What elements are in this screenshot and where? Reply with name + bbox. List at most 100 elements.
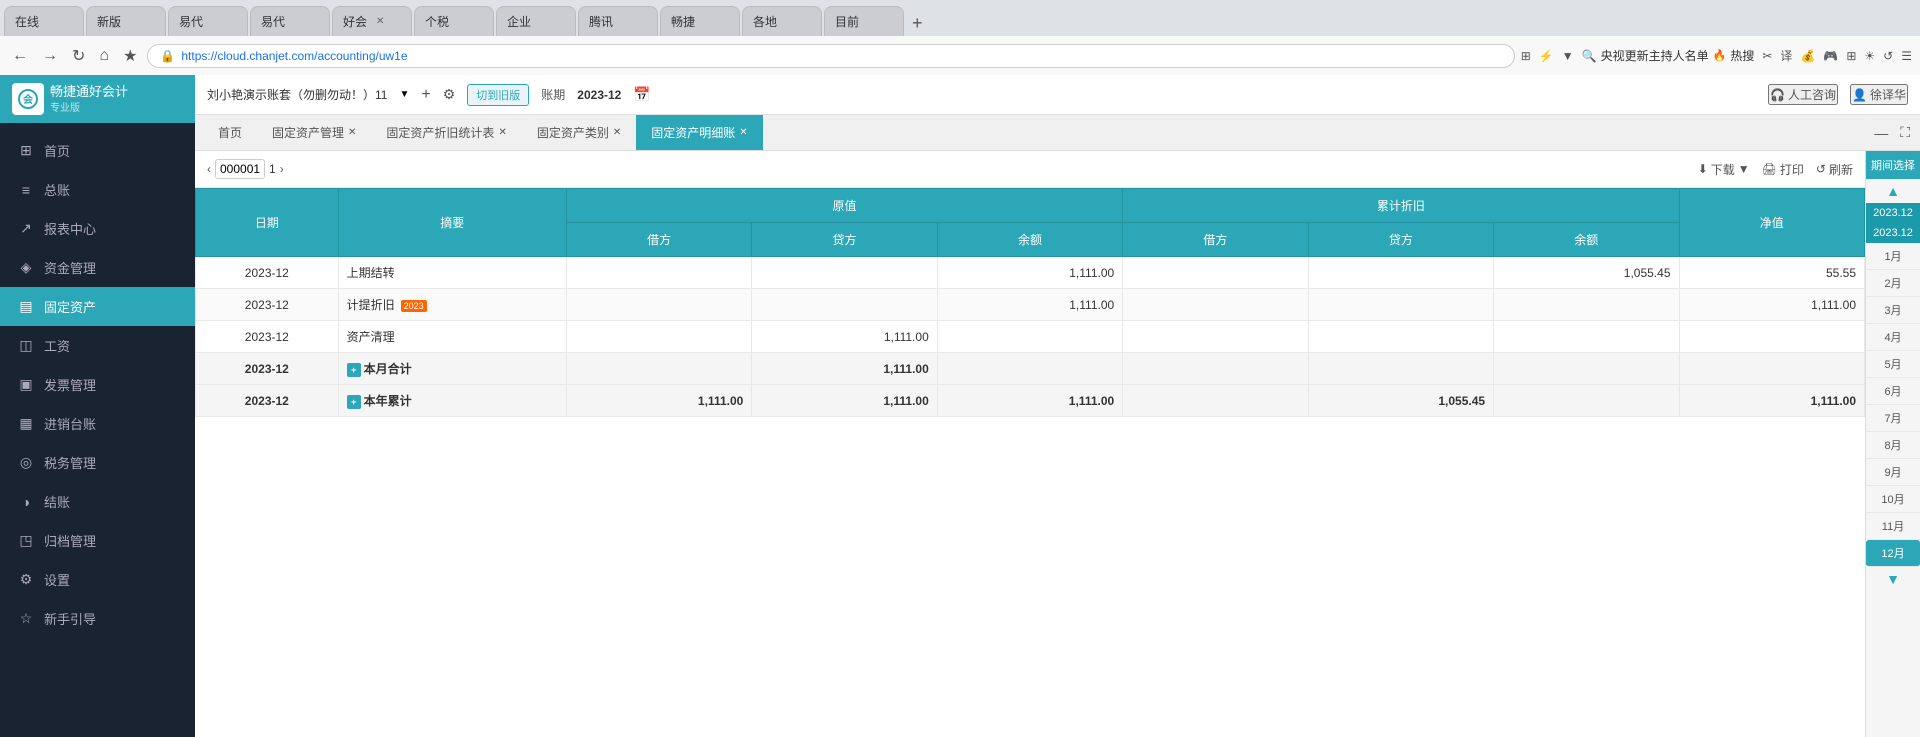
browser-tab-9[interactable]: 各地	[742, 6, 822, 36]
cell-orig-balance	[937, 321, 1122, 353]
period-panel: 期间选择 ▲ 2023.122023.12 1月2月3月4月5月6月7月8月9月…	[1865, 151, 1920, 737]
browser-tab-7[interactable]: 腾讯	[578, 6, 658, 36]
period-month-3月[interactable]: 3月	[1866, 297, 1920, 324]
home-browser-button[interactable]: ⌂	[95, 45, 113, 67]
scroll-down-button[interactable]: ▼	[1866, 567, 1920, 591]
menu-icon-home: ⊞	[18, 142, 34, 159]
period-month-9月[interactable]: 9月	[1866, 459, 1920, 486]
cell-orig-debit	[566, 353, 751, 385]
human-service-button[interactable]: 🎧 人工咨询	[1768, 84, 1838, 105]
period-month-6月[interactable]: 6月	[1866, 378, 1920, 405]
sidebar-item-guide[interactable]: ☆新手引导	[0, 599, 195, 638]
cell-date: 2023-12	[196, 353, 339, 385]
period-year-1[interactable]: 2023.12	[1866, 223, 1920, 243]
page-number-input[interactable]	[215, 159, 265, 179]
sidebar-item-general-ledger[interactable]: ≡总账	[0, 170, 195, 209]
period-month-10月[interactable]: 10月	[1866, 486, 1920, 513]
grid-icon: ⊞	[1846, 49, 1856, 63]
refresh-content-button[interactable]: ↺ 刷新	[1816, 161, 1853, 178]
next-page-button[interactable]: ›	[280, 162, 284, 176]
sidebar-item-home[interactable]: ⊞首页	[0, 131, 195, 170]
browser-tab-2[interactable]: 易代	[168, 6, 248, 36]
browser-tab-4[interactable]: 好会 ✕	[332, 6, 412, 36]
menu-icon[interactable]: ☰	[1901, 49, 1912, 63]
period-month-5月[interactable]: 5月	[1866, 351, 1920, 378]
forward-button[interactable]: →	[38, 45, 62, 67]
calendar-icon[interactable]: 📅	[633, 86, 650, 103]
browser-tab-0[interactable]: 在线	[4, 6, 84, 36]
page-tab-close-icon[interactable]: ✕	[739, 127, 747, 138]
sidebar-item-reports[interactable]: ↗报表中心	[0, 209, 195, 248]
settings-topbar-icon[interactable]: ⚙	[443, 86, 456, 103]
tab-close-icon[interactable]: ✕	[376, 16, 384, 27]
sidebar-item-tax[interactable]: ◎税务管理	[0, 443, 195, 482]
download-arrow: ▼	[1738, 162, 1750, 176]
translate-icon: 译	[1780, 47, 1792, 64]
col-original-value: 原值	[566, 189, 1122, 223]
sidebar-item-settings[interactable]: ⚙设置	[0, 560, 195, 599]
hot-text: 热搜	[1730, 47, 1754, 64]
back-button[interactable]: ←	[8, 45, 32, 67]
address-bar[interactable]: 🔒 https://cloud.chanjet.com/accounting/u…	[147, 44, 1514, 68]
page-tab-asset-detail[interactable]: 固定资产明细账✕	[636, 115, 762, 150]
cell-dep-balance	[1494, 321, 1679, 353]
prev-page-button[interactable]: ‹	[207, 162, 211, 176]
sidebar-item-fixed-assets[interactable]: ▤固定资产	[0, 287, 195, 326]
app-layout: 会 畅捷通好会计 专业版 ⊞首页≡总账↗报表中心◈资金管理▤固定资产◫工资▣发票…	[0, 75, 1920, 737]
search-hint[interactable]: 🔍 央视更新主持人名单 🔥 热搜	[1582, 47, 1755, 64]
tab-label: 好会	[343, 13, 367, 30]
sidebar-item-closing[interactable]: ◑结账	[0, 482, 195, 521]
period-year-0[interactable]: 2023.12	[1866, 203, 1920, 223]
minimize-tab-button[interactable]: —	[1872, 123, 1890, 143]
bookmark-button[interactable]: ★	[119, 44, 141, 68]
browser-tab-6[interactable]: 企业	[496, 6, 576, 36]
sidebar-item-invoice[interactable]: ▣发票管理	[0, 365, 195, 404]
sidebar-item-archive[interactable]: ◳归档管理	[0, 521, 195, 560]
page-tab-close-icon[interactable]: ✕	[498, 127, 506, 138]
switch-version-button[interactable]: 切到旧版	[467, 84, 529, 106]
add-account-button[interactable]: +	[421, 86, 430, 104]
sidebar-item-purchase-sales[interactable]: ▦进销台账	[0, 404, 195, 443]
refresh-browser-button[interactable]: ↻	[68, 44, 89, 68]
headset-icon: 🎧	[1770, 88, 1785, 102]
cell-orig-credit: 1,111.00	[752, 353, 937, 385]
browser-tab-3[interactable]: 易代	[250, 6, 330, 36]
page-tab-close-icon[interactable]: ✕	[348, 127, 356, 138]
period-month-1月[interactable]: 1月	[1866, 243, 1920, 270]
period-month-7月[interactable]: 7月	[1866, 405, 1920, 432]
hot-badge: 🔥	[1713, 49, 1727, 62]
table-row: 2023-12 上期结转 1,111.00 1,055.45 55.55	[196, 257, 1865, 289]
period-month-12月[interactable]: 12月	[1866, 540, 1920, 567]
sidebar-item-payroll[interactable]: ◫工资	[0, 326, 195, 365]
period-month-2月[interactable]: 2月	[1866, 270, 1920, 297]
browser-tab-8[interactable]: 畅捷	[660, 6, 740, 36]
download-button[interactable]: ⬇ 下载 ▼	[1698, 161, 1750, 178]
browser-tab-5[interactable]: 个税	[414, 6, 494, 36]
page-tabs: 首页固定资产管理✕固定资产折旧统计表✕固定资产类别✕固定资产明细账✕ — ⛶	[195, 115, 1920, 151]
browser-tab-10[interactable]: 目前	[824, 6, 904, 36]
cell-dep-credit	[1308, 353, 1493, 385]
new-tab-button[interactable]: +	[908, 11, 927, 36]
page-tab-fixed-assets-mgmt[interactable]: 固定资产管理✕	[257, 115, 371, 150]
menu-icon-closing: ◑	[18, 494, 34, 510]
print-button[interactable]: 🖨 打印	[1762, 161, 1804, 178]
dropdown-arrow[interactable]: ▼	[399, 89, 409, 100]
browser-chrome: 在线新版易代易代好会✕个税企业腾讯畅捷各地目前 + ← → ↻ ⌂ ★ 🔒 ht…	[0, 0, 1920, 75]
page-tab-home[interactable]: 首页	[203, 115, 257, 150]
page-tab-close-icon[interactable]: ✕	[613, 127, 621, 138]
address-text: https://cloud.chanjet.com/accounting/uw1…	[181, 49, 1501, 63]
page-tab-depreciation-stats[interactable]: 固定资产折旧统计表 ✕	[371, 115, 521, 150]
page-tab-asset-category[interactable]: 固定资产类别✕	[522, 115, 636, 150]
period-month-4月[interactable]: 4月	[1866, 324, 1920, 351]
game-icon: 🎮	[1823, 49, 1838, 63]
user-profile-button[interactable]: 👤 徐译华	[1850, 84, 1908, 105]
page-tab-label: 固定资产折旧统计表	[386, 124, 494, 141]
sidebar-item-funds[interactable]: ◈资金管理	[0, 248, 195, 287]
menu-label-payroll: 工资	[44, 336, 70, 355]
period-month-8月[interactable]: 8月	[1866, 432, 1920, 459]
maximize-tab-button[interactable]: ⛶	[1898, 122, 1912, 143]
browser-tab-1[interactable]: 新版	[86, 6, 166, 36]
content-toolbar: ‹ 1 › ⬇ 下载 ▼ 🖨 打印	[195, 151, 1865, 188]
period-month-11月[interactable]: 11月	[1866, 513, 1920, 540]
scroll-up-button[interactable]: ▲	[1866, 179, 1920, 203]
